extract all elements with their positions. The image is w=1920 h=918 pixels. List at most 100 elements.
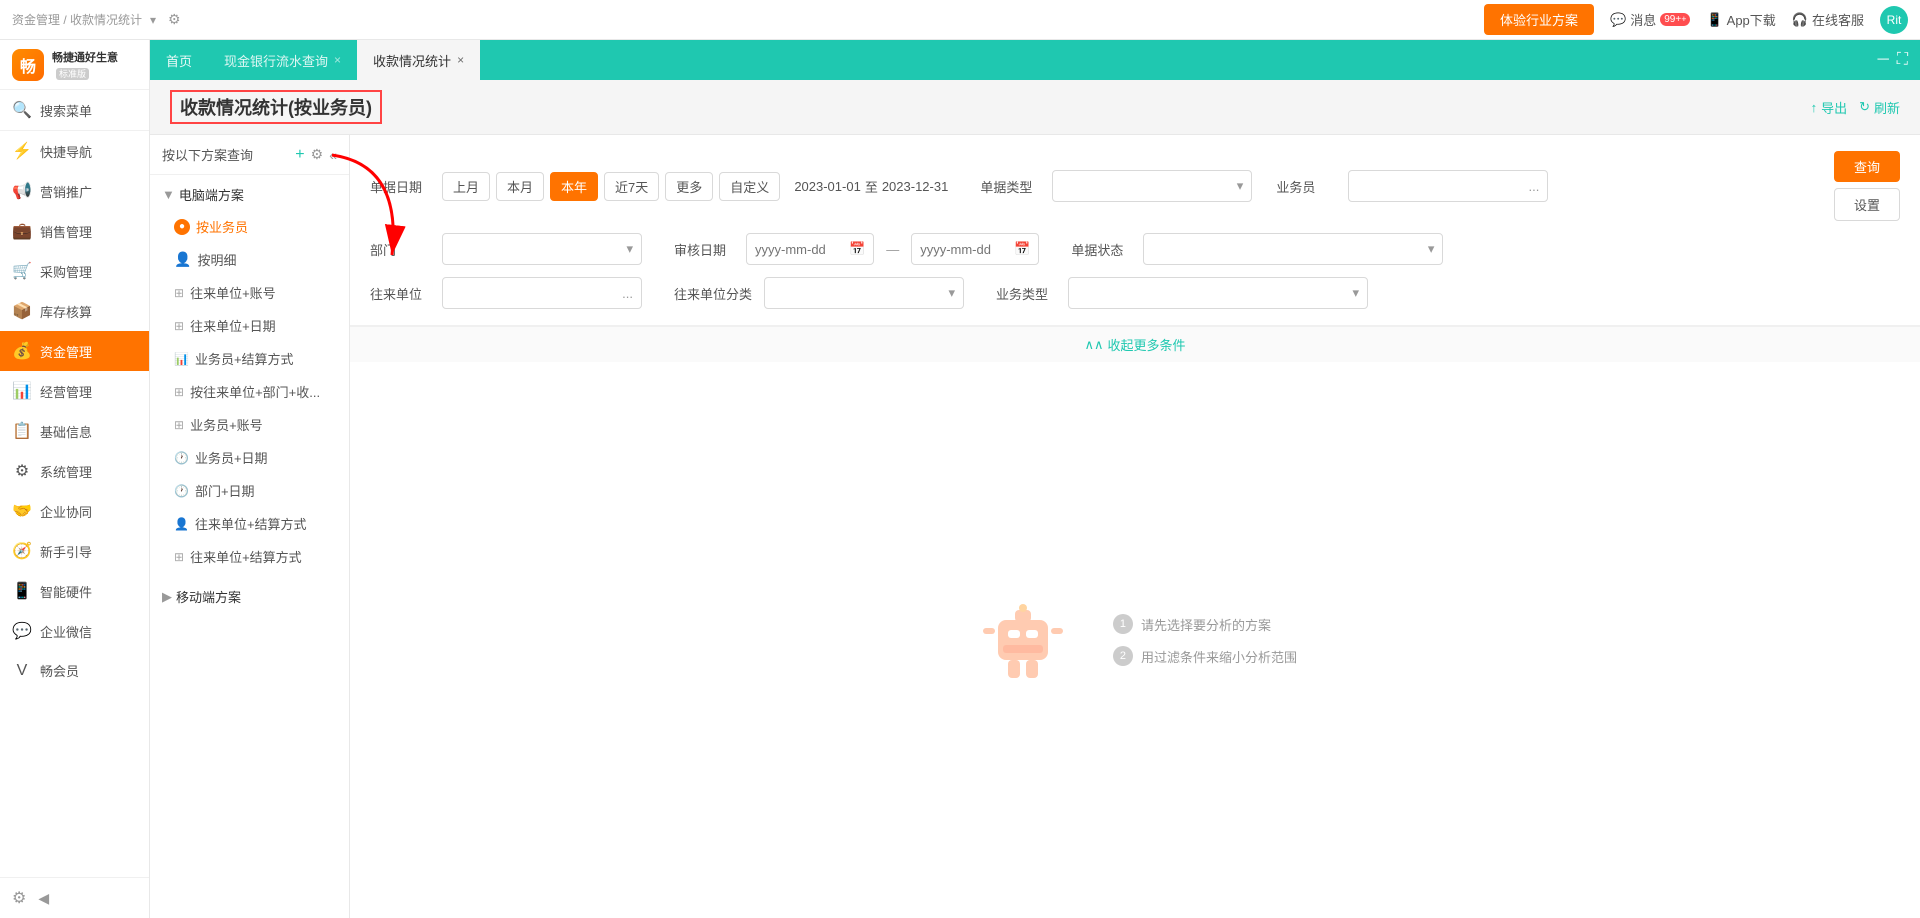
counterparty-category-select[interactable]: ▾ xyxy=(764,277,964,309)
scheme-item-counterparty-account[interactable]: ⊞ 往来单位+账号 xyxy=(150,276,349,309)
app-name: 畅捷通好生意 xyxy=(52,49,137,65)
counterparty-date-icon: ⊞ xyxy=(174,319,184,333)
date-btn-this-month[interactable]: 本月 xyxy=(496,172,544,201)
counterparty-more-btn[interactable]: ... xyxy=(622,286,633,301)
top-header-left: 资金管理 / 收款情况统计 ▾ ⚙ xyxy=(12,11,1476,28)
nav-system[interactable]: ⚙ 系统管理 xyxy=(0,451,149,491)
salesperson-settlement-label: 业务员+结算方式 xyxy=(195,349,294,368)
tip-1-text: 请先选择要分析的方案 xyxy=(1141,615,1271,634)
scheme-section-desktop-title[interactable]: ▼ 电脑端方案 xyxy=(150,179,349,210)
scheme-item-salesperson-account[interactable]: ⊞ 业务员+账号 xyxy=(150,408,349,441)
scheme-item-salesperson-date[interactable]: 🕐 业务员+日期 xyxy=(150,441,349,474)
business-type-label: 业务类型 xyxy=(996,284,1056,303)
new-guide-icon: 🧭 xyxy=(12,541,32,561)
messages-button[interactable]: 💬 消息 99+ xyxy=(1610,10,1690,29)
app-download-button[interactable]: 📱 App下载 xyxy=(1706,10,1775,29)
nav-search-menu[interactable]: 🔍 搜索菜单 xyxy=(0,90,149,131)
audit-date-to-calendar-icon[interactable]: 📅 xyxy=(1014,241,1030,257)
audit-date-label: 审核日期 xyxy=(674,240,734,259)
quick-nav-label: 快捷导航 xyxy=(40,142,92,161)
scheme-header-actions: + ⚙ « xyxy=(295,146,337,164)
counterparty-select[interactable]: ... xyxy=(442,277,642,309)
sidebar-settings-btn[interactable]: ⚙ xyxy=(12,888,26,908)
nav-enterprise-collab[interactable]: 🤝 企业协同 xyxy=(0,491,149,531)
doc-status-select[interactable]: ▾ xyxy=(1143,233,1443,265)
collapse-label: 收起更多条件 xyxy=(1108,335,1186,354)
scheme-header: 按以下方案查询 + ⚙ « xyxy=(150,135,349,175)
trial-button[interactable]: 体验行业方案 xyxy=(1484,4,1594,35)
audit-date-to-input[interactable] xyxy=(920,242,1010,257)
tab-collection-stats[interactable]: 收款情况统计 × xyxy=(357,40,480,80)
date-btn-this-year[interactable]: 本年 xyxy=(550,172,598,201)
nav-sales[interactable]: 💼 销售管理 xyxy=(0,211,149,251)
nav-marketing[interactable]: 📢 营销推广 xyxy=(0,171,149,211)
date-btn-more[interactable]: 更多 xyxy=(665,172,713,201)
nav-basic-info[interactable]: 📋 基础信息 xyxy=(0,411,149,451)
tab-bank-flow[interactable]: 现金银行流水查询 × xyxy=(208,40,357,80)
fund-label: 资金管理 xyxy=(40,342,92,361)
tab-bank-flow-close[interactable]: × xyxy=(334,53,341,67)
nav-quick-nav[interactable]: ⚡ 快捷导航 xyxy=(0,131,149,171)
salesperson-settlement-icon: 📊 xyxy=(174,352,189,366)
business-type-select[interactable]: ▾ xyxy=(1068,277,1368,309)
tab-collection-stats-close[interactable]: × xyxy=(457,53,464,67)
enterprise-wechat-icon: 💬 xyxy=(12,621,32,641)
nav-enterprise-wechat[interactable]: 💬 企业微信 xyxy=(0,611,149,651)
nav-fund[interactable]: 💰 资金管理 xyxy=(0,331,149,371)
top-header: 资金管理 / 收款情况统计 ▾ ⚙ 体验行业方案 💬 消息 99+ 📱 App下… xyxy=(0,0,1920,40)
salesperson-account-icon: ⊞ xyxy=(174,418,184,432)
member-icon: V xyxy=(12,662,32,680)
counterparty-settlement2-icon: ⊞ xyxy=(174,550,184,564)
collapse-bar[interactable]: ∧∧ 收起更多条件 xyxy=(350,326,1920,362)
export-button[interactable]: ↑ 导出 xyxy=(1811,98,1848,117)
refresh-button[interactable]: ↻ 刷新 xyxy=(1859,98,1900,117)
scheme-settings-btn[interactable]: ⚙ xyxy=(311,146,324,163)
salesperson-select[interactable]: ... xyxy=(1348,170,1548,202)
online-service-button[interactable]: 🎧 在线客服 xyxy=(1792,10,1864,29)
scheme-item-salesperson-settlement[interactable]: 📊 业务员+结算方式 xyxy=(150,342,349,375)
nav-inventory[interactable]: 📦 库存核算 xyxy=(0,291,149,331)
scheme-section-mobile-title[interactable]: ▶ 移动端方案 xyxy=(150,581,349,612)
filter-actions: 查询 设置 xyxy=(1834,151,1900,221)
by-detail-label: 按明细 xyxy=(197,250,236,269)
nav-dropdown[interactable]: ▾ xyxy=(150,13,156,27)
date-btn-last-7[interactable]: 近7天 xyxy=(604,172,659,201)
export-icon: ↑ xyxy=(1811,100,1818,115)
scheme-item-counterparty-settlement1[interactable]: 👤 往来单位+结算方式 xyxy=(150,507,349,540)
nav-new-guide[interactable]: 🧭 新手引导 xyxy=(0,531,149,571)
scheme-collapse-btn[interactable]: « xyxy=(329,147,337,163)
nav-member[interactable]: V 畅会员 xyxy=(0,651,149,690)
salesperson-more-btn[interactable]: ... xyxy=(1528,179,1539,194)
message-icon: 💬 xyxy=(1610,12,1626,28)
scheme-add-btn[interactable]: + xyxy=(295,146,304,164)
main-content: 按以下方案查询 + ⚙ « ▼ 电脑端方案 xyxy=(150,135,1920,918)
date-btn-custom[interactable]: 自定义 xyxy=(719,172,780,201)
sidebar-collapse-btn[interactable]: ◀ xyxy=(38,890,49,907)
scheme-item-by-salesperson[interactable]: ● 按业务员 xyxy=(150,210,349,243)
dept-select[interactable]: ▾ xyxy=(442,233,642,265)
page-actions: ↑ 导出 ↻ 刷新 xyxy=(1811,98,1900,117)
tab-minimize-btn[interactable]: ─ xyxy=(1877,51,1888,69)
doc-type-select[interactable]: ▾ xyxy=(1052,170,1252,202)
scheme-item-counterparty-settlement2[interactable]: ⊞ 往来单位+结算方式 xyxy=(150,540,349,573)
nav-purchase[interactable]: 🛒 采购管理 xyxy=(0,251,149,291)
salesperson-date-label: 业务员+日期 xyxy=(195,448,268,467)
date-from: 2023-01-01 xyxy=(794,179,861,194)
date-btn-last-month[interactable]: 上月 xyxy=(442,172,490,201)
settings-button[interactable]: 设置 xyxy=(1834,188,1900,221)
audit-date-from-input[interactable] xyxy=(755,242,845,257)
detail-icon: 👤 xyxy=(174,251,191,268)
scheme-item-by-detail[interactable]: 👤 按明细 xyxy=(150,243,349,276)
empty-tips: 1 请先选择要分析的方案 2 用过滤条件来缩小分析范围 xyxy=(1113,614,1297,666)
nav-operation[interactable]: 📊 经营管理 xyxy=(0,371,149,411)
tab-home[interactable]: 首页 xyxy=(150,51,208,70)
scheme-item-counterparty-date[interactable]: ⊞ 往来单位+日期 xyxy=(150,309,349,342)
settings-gear[interactable]: ⚙ xyxy=(168,11,181,28)
user-avatar[interactable]: Rit xyxy=(1880,6,1908,34)
query-button[interactable]: 查询 xyxy=(1834,151,1900,182)
audit-date-from-calendar-icon[interactable]: 📅 xyxy=(849,241,865,257)
scheme-item-dept-date[interactable]: 🕐 部门+日期 xyxy=(150,474,349,507)
nav-smart-hardware[interactable]: 📱 智能硬件 xyxy=(0,571,149,611)
scheme-item-counterparty-dept[interactable]: ⊞ 按往来单位+部门+收... xyxy=(150,375,349,408)
tab-maximize-btn[interactable]: ⛶ xyxy=(1897,51,1908,69)
